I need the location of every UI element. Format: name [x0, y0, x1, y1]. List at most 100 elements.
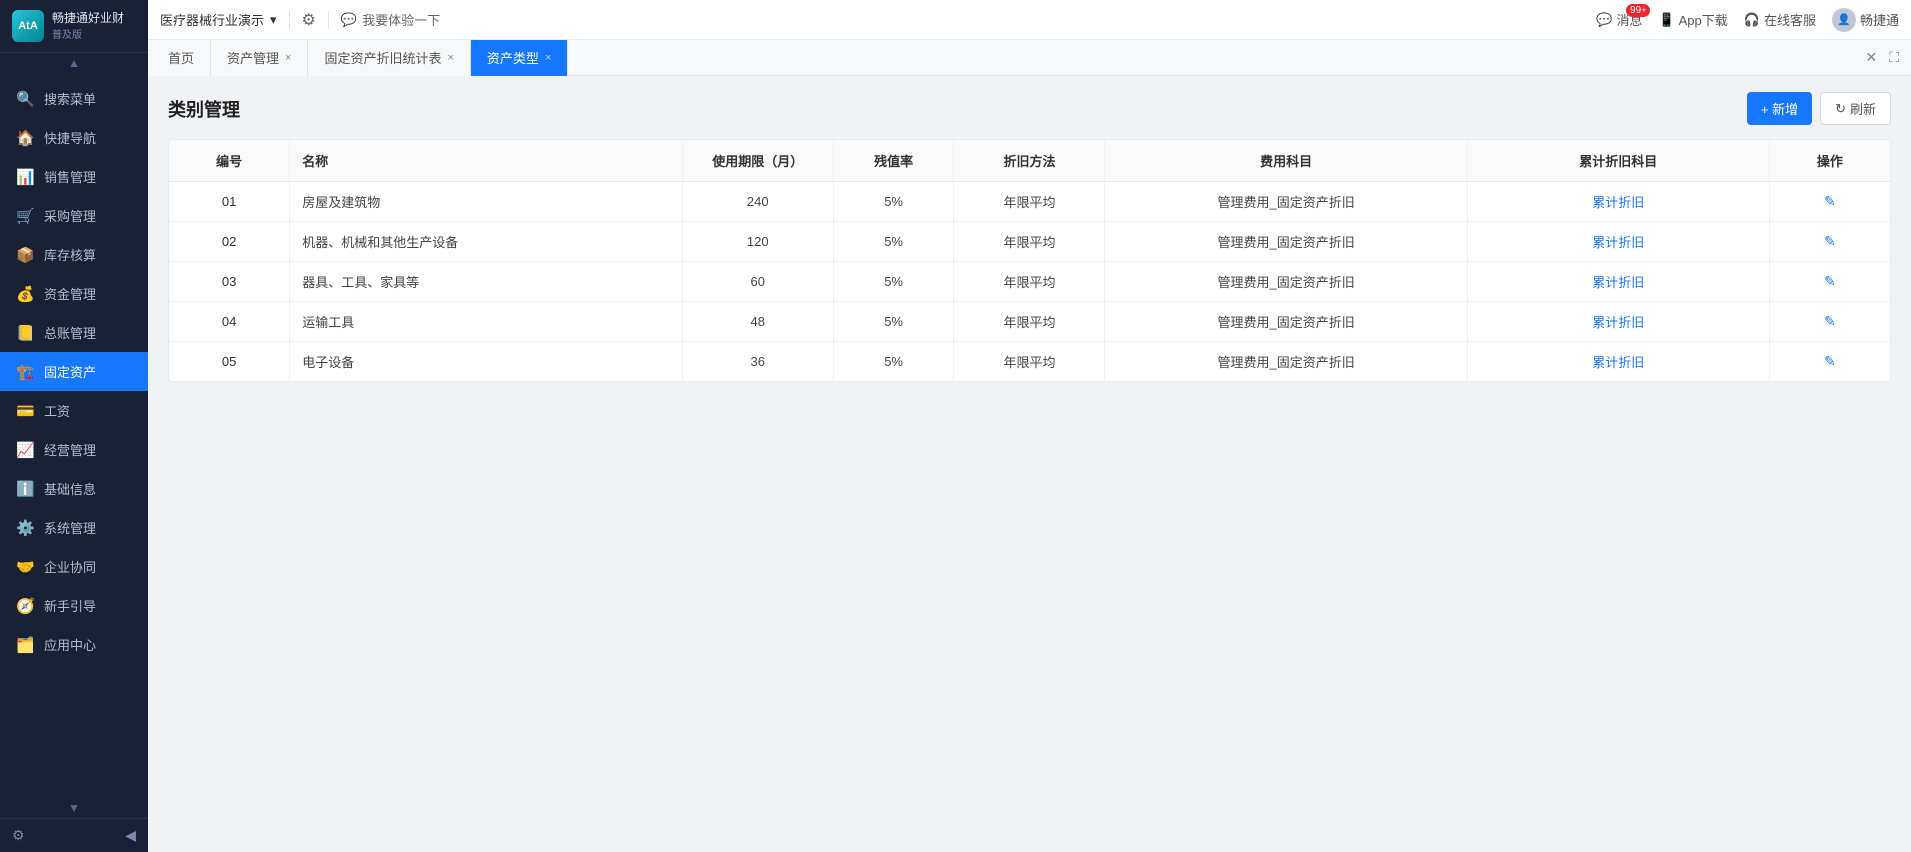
cell-months-3: 48 [682, 302, 833, 342]
topbar-divider-1 [289, 11, 290, 29]
edit-icon-1[interactable]: ✎ [1824, 233, 1836, 249]
cell-months-0: 240 [682, 182, 833, 222]
app-download-label: App下载 [1679, 10, 1728, 29]
sidebar-label-basic-info: 基础信息 [44, 479, 96, 498]
scroll-down-icon[interactable]: ▼ [68, 801, 80, 815]
cell-name-4: 电子设备 [290, 342, 683, 382]
cell-months-2: 60 [682, 262, 833, 302]
close-tab-action[interactable]: ✕ [1861, 45, 1881, 70]
cell-accum-1: 累计折旧 [1467, 222, 1769, 262]
app-name: 畅捷通好业财 [52, 11, 124, 27]
settings-icon[interactable]: ⚙ [12, 827, 25, 844]
table-row: 03 器具、工具、家具等 60 5% 年限平均 管理费用_固定资产折旧 累计折旧… [169, 262, 1890, 302]
sidebar-item-guide[interactable]: 🧭 新手引导 [0, 586, 148, 625]
sidebar-item-enterprise[interactable]: 🤝 企业协同 [0, 547, 148, 586]
logo-text-area: 畅捷通好业财 普及版 [52, 11, 124, 42]
cell-action-4[interactable]: ✎ [1769, 342, 1890, 382]
cell-code-4: 05 [169, 342, 290, 382]
messages-button[interactable]: 💬 消息 99+ [1596, 10, 1642, 29]
sidebar-item-ledger[interactable]: 📒 总账管理 [0, 313, 148, 352]
cell-method-0: 年限平均 [954, 182, 1105, 222]
user-button[interactable]: 👤 畅捷通 [1832, 8, 1899, 32]
tab-close-assets-mgmt[interactable]: × [285, 52, 291, 64]
edit-icon-4[interactable]: ✎ [1824, 353, 1836, 369]
edit-icon-3[interactable]: ✎ [1824, 313, 1836, 329]
sidebar-item-operations[interactable]: 📈 经营管理 [0, 430, 148, 469]
col-header-名称: 名称 [290, 140, 683, 182]
sidebar-item-funds[interactable]: 💰 资金管理 [0, 274, 148, 313]
cell-accum-3: 累计折旧 [1467, 302, 1769, 342]
cell-accum-4: 累计折旧 [1467, 342, 1769, 382]
cell-residual-3: 5% [833, 302, 954, 342]
sidebar-item-purchase[interactable]: 🛒 采购管理 [0, 196, 148, 235]
app-version: 普及版 [52, 26, 124, 41]
cell-expense-2: 管理费用_固定资产折旧 [1105, 262, 1467, 302]
content-area: 类别管理 + 新增 ↻ 刷新 编号名称使用期限（月）残值率折旧方法费用科目累计折… [148, 76, 1911, 852]
system-icon: ⚙️ [16, 519, 34, 537]
cell-expense-1: 管理费用_固定资产折旧 [1105, 222, 1467, 262]
cell-residual-0: 5% [833, 182, 954, 222]
customer-service-button[interactable]: 🎧 在线客服 [1744, 10, 1816, 29]
cell-action-1[interactable]: ✎ [1769, 222, 1890, 262]
topbar-divider-2 [328, 11, 329, 29]
sidebar-item-app-center[interactable]: 🗂️ 应用中心 [0, 625, 148, 664]
edit-icon-2[interactable]: ✎ [1824, 273, 1836, 289]
sidebar-item-search[interactable]: 🔍 搜索菜单 [0, 79, 148, 118]
cell-method-2: 年限平均 [954, 262, 1105, 302]
cell-action-3[interactable]: ✎ [1769, 302, 1890, 342]
tab-label-asset-type: 资产类型 [487, 48, 539, 67]
sales-icon: 📊 [16, 168, 34, 186]
scroll-up-icon[interactable]: ▲ [68, 56, 80, 70]
topbar-settings-icon[interactable]: ⚙ [302, 10, 316, 30]
app-download-button[interactable]: 📱 App下载 [1658, 10, 1727, 29]
quick-nav-icon: 🏠 [16, 129, 34, 147]
customer-service-label: 在线客服 [1764, 10, 1816, 29]
payroll-icon: 💳 [16, 402, 34, 420]
col-header-操作: 操作 [1769, 140, 1890, 182]
cell-expense-0: 管理费用_固定资产折旧 [1105, 182, 1467, 222]
cell-residual-2: 5% [833, 262, 954, 302]
edit-icon-0[interactable]: ✎ [1824, 193, 1836, 209]
search-icon: 🔍 [16, 90, 34, 108]
dropdown-icon: ▾ [270, 12, 277, 28]
expand-tab-action[interactable]: ⛶ [1885, 45, 1903, 70]
sidebar-item-quick-nav[interactable]: 🏠 快捷导航 [0, 118, 148, 157]
user-label: 畅捷通 [1860, 10, 1899, 29]
avatar: 👤 [1832, 8, 1856, 32]
sidebar: AtA 畅捷通好业财 普及版 ▲ 🔍 搜索菜单 🏠 快捷导航 📊 销售管理 🛒 … [0, 0, 148, 852]
sidebar-item-basic-info[interactable]: ℹ️ 基础信息 [0, 469, 148, 508]
sidebar-item-system[interactable]: ⚙️ 系统管理 [0, 508, 148, 547]
cell-action-2[interactable]: ✎ [1769, 262, 1890, 302]
cell-action-0[interactable]: ✎ [1769, 182, 1890, 222]
trial-button[interactable]: 💬 我要体验一下 [341, 10, 440, 29]
page-header: 类别管理 + 新增 ↻ 刷新 [168, 92, 1891, 125]
sidebar-item-sales[interactable]: 📊 销售管理 [0, 157, 148, 196]
logo-icon: AtA [12, 10, 44, 42]
scroll-down-area: ▼ [0, 798, 148, 818]
company-selector[interactable]: 医疗器械行业演示 ▾ [160, 10, 277, 29]
tab-close-asset-type[interactable]: × [545, 52, 551, 64]
cell-expense-3: 管理费用_固定资产折旧 [1105, 302, 1467, 342]
tab-depreciation-table[interactable]: 固定资产折旧统计表× [308, 40, 470, 76]
tab-asset-type[interactable]: 资产类型 × [471, 40, 568, 76]
sidebar-item-payroll[interactable]: 💳 工资 [0, 391, 148, 430]
main-area: 医疗器械行业演示 ▾ ⚙ 💬 我要体验一下 💬 消息 99+ 📱 App下载 🎧 [148, 0, 1911, 852]
collapse-icon[interactable]: ◀ [125, 827, 136, 844]
tab-close-depreciation-table[interactable]: × [447, 52, 453, 64]
tab-assets-mgmt[interactable]: 资产管理× [211, 40, 308, 76]
messages-icon: 💬 [1596, 12, 1612, 28]
new-button[interactable]: + 新增 [1747, 92, 1812, 125]
trial-label: 我要体验一下 [362, 10, 440, 29]
logo-area: AtA 畅捷通好业财 普及版 [0, 0, 148, 53]
ledger-icon: 📒 [16, 324, 34, 342]
sidebar-item-inventory[interactable]: 📦 库存核算 [0, 235, 148, 274]
refresh-button[interactable]: ↻ 刷新 [1820, 92, 1891, 125]
sidebar-label-ledger: 总账管理 [44, 323, 96, 342]
sidebar-item-fixed-assets[interactable]: 🏗️ 固定资产 [0, 352, 148, 391]
cell-accum-0: 累计折旧 [1467, 182, 1769, 222]
col-header-折旧方法: 折旧方法 [954, 140, 1105, 182]
table-row: 05 电子设备 36 5% 年限平均 管理费用_固定资产折旧 累计折旧 ✎ [169, 342, 1890, 382]
basic-info-icon: ℹ️ [16, 480, 34, 498]
cell-name-1: 机器、机械和其他生产设备 [290, 222, 683, 262]
tab-home[interactable]: 首页 [148, 40, 211, 76]
